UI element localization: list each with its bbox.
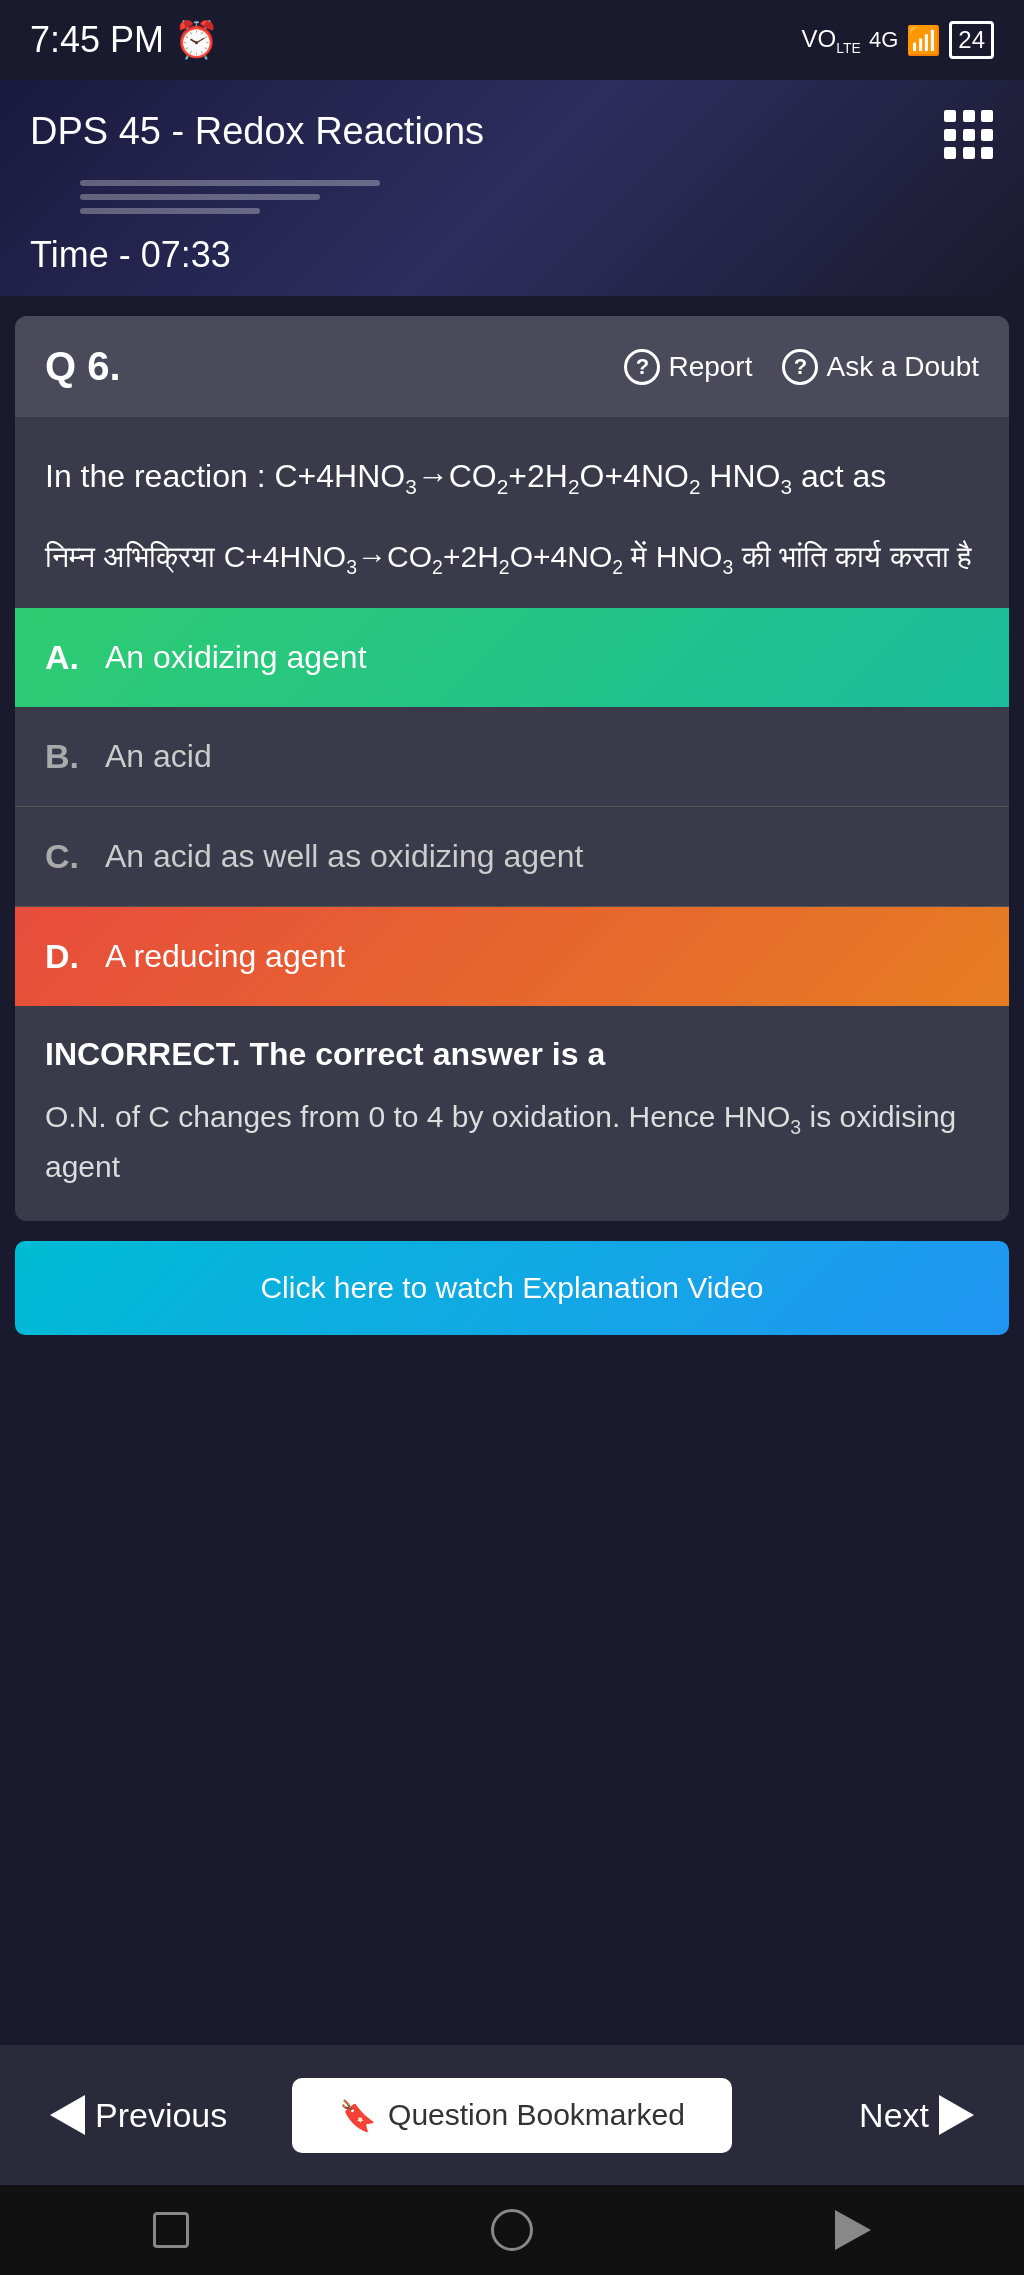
explanation-section: INCORRECT. The correct answer is a O.N. …	[15, 1006, 1009, 1221]
question-body: In the reaction : C+4HNO3→CO2+2H2O+4NO2 …	[15, 417, 1009, 608]
option-c[interactable]: C. An acid as well as oxidizing agent	[15, 807, 1009, 907]
previous-button[interactable]: Previous	[20, 2075, 280, 2155]
header: DPS 45 - Redox Reactions Time - 07:33	[0, 80, 1024, 296]
option-b-label: B.	[45, 737, 85, 776]
status-time: 7:45 PM ⏰	[30, 19, 219, 61]
triangle-icon	[835, 2210, 871, 2250]
bookmark-label: Question Bookmarked	[388, 2098, 685, 2132]
status-bar: 7:45 PM ⏰ VOLTE 4G 📶 24	[0, 0, 1024, 80]
grid-menu-icon[interactable]	[944, 110, 994, 160]
option-a[interactable]: A. An oxidizing agent	[15, 608, 1009, 707]
progress-lines	[80, 180, 994, 214]
signal-bars-icon: 📶	[906, 24, 941, 57]
question-actions: ? Report ? Ask a Doubt	[624, 349, 979, 385]
signal-4g-icon: 4G	[869, 27, 898, 53]
previous-arrow-icon	[50, 2095, 85, 2135]
bookmark-button[interactable]: 🔖 Question Bookmarked	[292, 2078, 732, 2153]
video-button-label: Click here to watch Explanation Video	[260, 1271, 763, 1304]
question-text-hindi: निम्न अभिक्रिया C+4HNO3→CO2+2H2O+4NO2 मे…	[45, 533, 979, 583]
previous-label: Previous	[95, 2096, 227, 2135]
header-title: DPS 45 - Redox Reactions	[30, 110, 484, 153]
spacer	[0, 1355, 1024, 1705]
header-top: DPS 45 - Redox Reactions	[30, 110, 994, 160]
back-button[interactable]	[828, 2205, 878, 2255]
status-icons: VOLTE 4G 📶 24	[802, 21, 994, 59]
option-d-text: A reducing agent	[105, 938, 345, 975]
option-a-label: A.	[45, 638, 85, 677]
report-button[interactable]: ? Report	[624, 349, 752, 385]
ask-doubt-label: Ask a Doubt	[826, 351, 979, 383]
title-text: DPS 45 - Redox Reactions	[30, 110, 484, 153]
question-number: Q 6.	[45, 344, 121, 389]
option-a-text: An oxidizing agent	[105, 639, 367, 676]
battery-icon: 24	[949, 21, 994, 59]
option-d[interactable]: D. A reducing agent	[15, 907, 1009, 1006]
option-b-text: An acid	[105, 738, 212, 775]
ask-doubt-button[interactable]: ? Ask a Doubt	[782, 349, 979, 385]
question-header: Q 6. ? Report ? Ask a Doubt	[15, 316, 1009, 417]
option-c-label: C.	[45, 837, 85, 876]
report-icon: ?	[624, 349, 660, 385]
next-button[interactable]: Next	[744, 2075, 1004, 2155]
bookmark-icon: 🔖	[339, 2098, 376, 2133]
battery-level: 24	[958, 26, 985, 53]
network-icon: VOLTE	[802, 25, 861, 56]
next-arrow-icon	[939, 2095, 974, 2135]
option-d-label: D.	[45, 937, 85, 976]
explanation-title: INCORRECT. The correct answer is a	[45, 1036, 979, 1073]
square-icon	[153, 2212, 189, 2248]
ask-doubt-icon: ?	[782, 349, 818, 385]
question-text-english: In the reaction : C+4HNO3→CO2+2H2O+4NO2 …	[45, 452, 979, 503]
recent-apps-button[interactable]	[146, 2205, 196, 2255]
option-c-text: An acid as well as oxidizing agent	[105, 838, 584, 875]
bottom-navigation: Previous 🔖 Question Bookmarked Next	[0, 2045, 1024, 2185]
report-label: Report	[668, 351, 752, 383]
question-card: Q 6. ? Report ? Ask a Doubt In the react…	[15, 316, 1009, 1221]
circle-icon	[491, 2209, 533, 2251]
explanation-text: O.N. of C changes from 0 to 4 by oxidati…	[45, 1093, 979, 1191]
alarm-icon: ⏰	[174, 19, 219, 61]
home-button[interactable]	[487, 2205, 537, 2255]
next-label: Next	[859, 2096, 929, 2135]
system-nav-bar	[0, 2185, 1024, 2275]
watch-video-button[interactable]: Click here to watch Explanation Video	[15, 1241, 1009, 1335]
option-b[interactable]: B. An acid	[15, 707, 1009, 807]
timer-display: Time - 07:33	[30, 234, 994, 276]
time-display: 7:45 PM	[30, 19, 164, 61]
